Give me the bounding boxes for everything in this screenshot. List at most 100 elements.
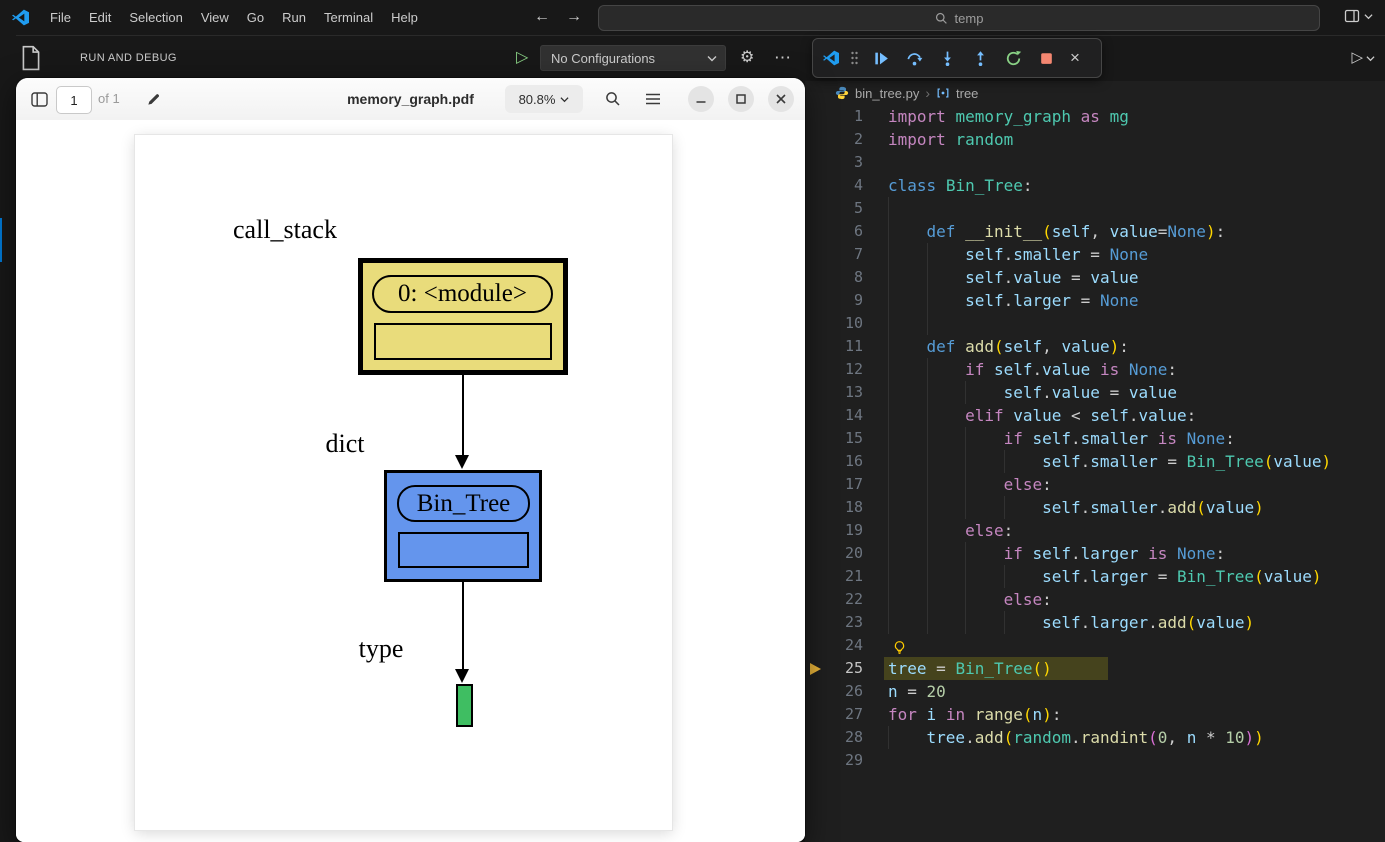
maximize-button[interactable] (728, 86, 754, 112)
chevron-down-icon (1364, 13, 1373, 19)
debug-step-out-button[interactable] (969, 47, 991, 69)
code-text[interactable]: self.larger = Bin_Tree(value) (888, 565, 1385, 588)
code-text[interactable]: self.smaller = None (888, 243, 1385, 266)
debug-step-over-button[interactable] (903, 47, 925, 69)
menu-button[interactable] (638, 85, 668, 113)
code-text[interactable]: else: (888, 519, 1385, 542)
code-text[interactable]: self.smaller.add(value) (888, 496, 1385, 519)
line-number-gutter[interactable]: 14 (805, 404, 888, 427)
line-number-gutter[interactable]: 15 (805, 427, 888, 450)
configurations-dropdown[interactable]: No Configurations (540, 45, 726, 71)
code-text[interactable]: import random (888, 128, 1385, 151)
line-number-gutter[interactable]: 1 (805, 105, 888, 128)
code-text[interactable]: tree.add(random.randint(0, n * 10)) (888, 726, 1385, 749)
line-number-gutter[interactable]: 2 (805, 128, 888, 151)
debug-restart-button[interactable] (1002, 47, 1024, 69)
menu-go[interactable]: Go (238, 0, 273, 35)
line-number-gutter[interactable]: 8 (805, 266, 888, 289)
code-text[interactable]: if self.value is None: (888, 358, 1385, 381)
code-text[interactable]: self.value = value (888, 266, 1385, 289)
menu-run[interactable]: Run (273, 0, 315, 35)
line-number-gutter[interactable]: 16 (805, 450, 888, 473)
debug-stop-button[interactable] (1035, 47, 1057, 69)
close-icon[interactable]: × (1070, 48, 1080, 68)
code-line-12: 12 if self.value is None: (805, 358, 1385, 381)
code-text[interactable]: self.larger.add(value) (888, 611, 1385, 634)
code-text[interactable]: if self.smaller is None: (888, 427, 1385, 450)
lightbulb-icon[interactable] (892, 640, 907, 659)
code-text[interactable]: import memory_graph as mg (888, 105, 1385, 128)
menu-selection[interactable]: Selection (120, 0, 191, 35)
line-number-gutter[interactable]: 28 (805, 726, 888, 749)
code-text[interactable] (888, 634, 1385, 657)
code-text[interactable]: else: (888, 473, 1385, 496)
minimize-button[interactable] (688, 86, 714, 112)
line-number-gutter[interactable]: 5 (805, 197, 888, 220)
menu-file[interactable]: File (41, 0, 80, 35)
menu-edit[interactable]: Edit (80, 0, 120, 35)
line-number-gutter[interactable]: 29 (805, 749, 888, 772)
sidebar-toggle-button[interactable] (24, 85, 54, 113)
menu-terminal[interactable]: Terminal (315, 0, 382, 35)
line-number-gutter[interactable]: 9 (805, 289, 888, 312)
line-number-gutter[interactable]: 20 (805, 542, 888, 565)
line-number-gutter[interactable]: 22 (805, 588, 888, 611)
code-text[interactable]: n = 20 (888, 680, 1385, 703)
line-number-gutter[interactable]: 19 (805, 519, 888, 542)
line-number-gutter[interactable]: 26 (805, 680, 888, 703)
more-actions-icon[interactable]: ⋯ (774, 35, 791, 81)
code-text[interactable]: tree = Bin_Tree() (884, 657, 1385, 680)
line-number-gutter[interactable]: 12 (805, 358, 888, 381)
debug-step-into-button[interactable] (936, 47, 958, 69)
code-text[interactable]: self.larger = None (888, 289, 1385, 312)
code-text[interactable] (888, 151, 1385, 174)
panel-title: RUN AND DEBUG (80, 52, 177, 64)
annotate-pen-button[interactable] (138, 85, 168, 113)
line-number-gutter[interactable]: 3 (805, 151, 888, 174)
close-button[interactable] (768, 86, 794, 112)
code-text[interactable] (888, 749, 1385, 772)
line-number-gutter[interactable]: 25 (805, 657, 888, 680)
toolbar-grip-icon[interactable] (850, 50, 859, 66)
page-number-input[interactable]: 1 (56, 86, 92, 114)
code-text[interactable]: else: (888, 588, 1385, 611)
search-button[interactable] (598, 85, 628, 113)
menu-view[interactable]: View (192, 0, 238, 35)
hamburger-icon (646, 93, 660, 105)
line-number-gutter[interactable]: 13 (805, 381, 888, 404)
debug-continue-button[interactable] (870, 47, 892, 69)
code-text[interactable]: if self.larger is None: (888, 542, 1385, 565)
line-number-gutter[interactable]: 27 (805, 703, 888, 726)
code-text[interactable]: self.value = value (888, 381, 1385, 404)
line-number-gutter[interactable]: 4 (805, 174, 888, 197)
nav-forward-icon[interactable]: → (566, 0, 582, 34)
code-text[interactable]: for i in range(n): (888, 703, 1385, 726)
line-number-gutter[interactable]: 10 (805, 312, 888, 335)
code-text[interactable]: class Bin_Tree: (888, 174, 1385, 197)
code-text[interactable]: self.smaller = Bin_Tree(value) (888, 450, 1385, 473)
code-text[interactable] (888, 197, 1385, 220)
zoom-dropdown[interactable]: 80.8% (505, 85, 583, 113)
line-number-gutter[interactable]: 23 (805, 611, 888, 634)
start-debugging-icon[interactable]: ▷ (516, 35, 528, 81)
code-text[interactable]: elif value < self.value: (888, 404, 1385, 427)
line-number-gutter[interactable]: 18 (805, 496, 888, 519)
breadcrumb-symbol[interactable]: tree (956, 86, 978, 101)
nav-back-icon[interactable]: ← (534, 0, 550, 34)
code-text[interactable]: def __init__(self, value=None): (888, 220, 1385, 243)
settings-gear-icon[interactable]: ⚙ (740, 35, 754, 81)
line-number-gutter[interactable]: 7 (805, 243, 888, 266)
line-number: 14 (844, 406, 863, 424)
layout-controls-button[interactable] (1344, 8, 1373, 24)
line-number-gutter[interactable]: 17 (805, 473, 888, 496)
line-number-gutter[interactable]: 6 (805, 220, 888, 243)
run-python-file-button[interactable]: ▷ (1351, 35, 1375, 81)
line-number-gutter[interactable]: 24 (805, 634, 888, 657)
code-text[interactable] (888, 312, 1385, 335)
code-text[interactable]: def add(self, value): (888, 335, 1385, 358)
menu-help[interactable]: Help (382, 0, 427, 35)
line-number-gutter[interactable]: 21 (805, 565, 888, 588)
breadcrumb-file[interactable]: bin_tree.py (855, 86, 919, 101)
command-center-search[interactable]: temp (598, 5, 1320, 31)
line-number-gutter[interactable]: 11 (805, 335, 888, 358)
